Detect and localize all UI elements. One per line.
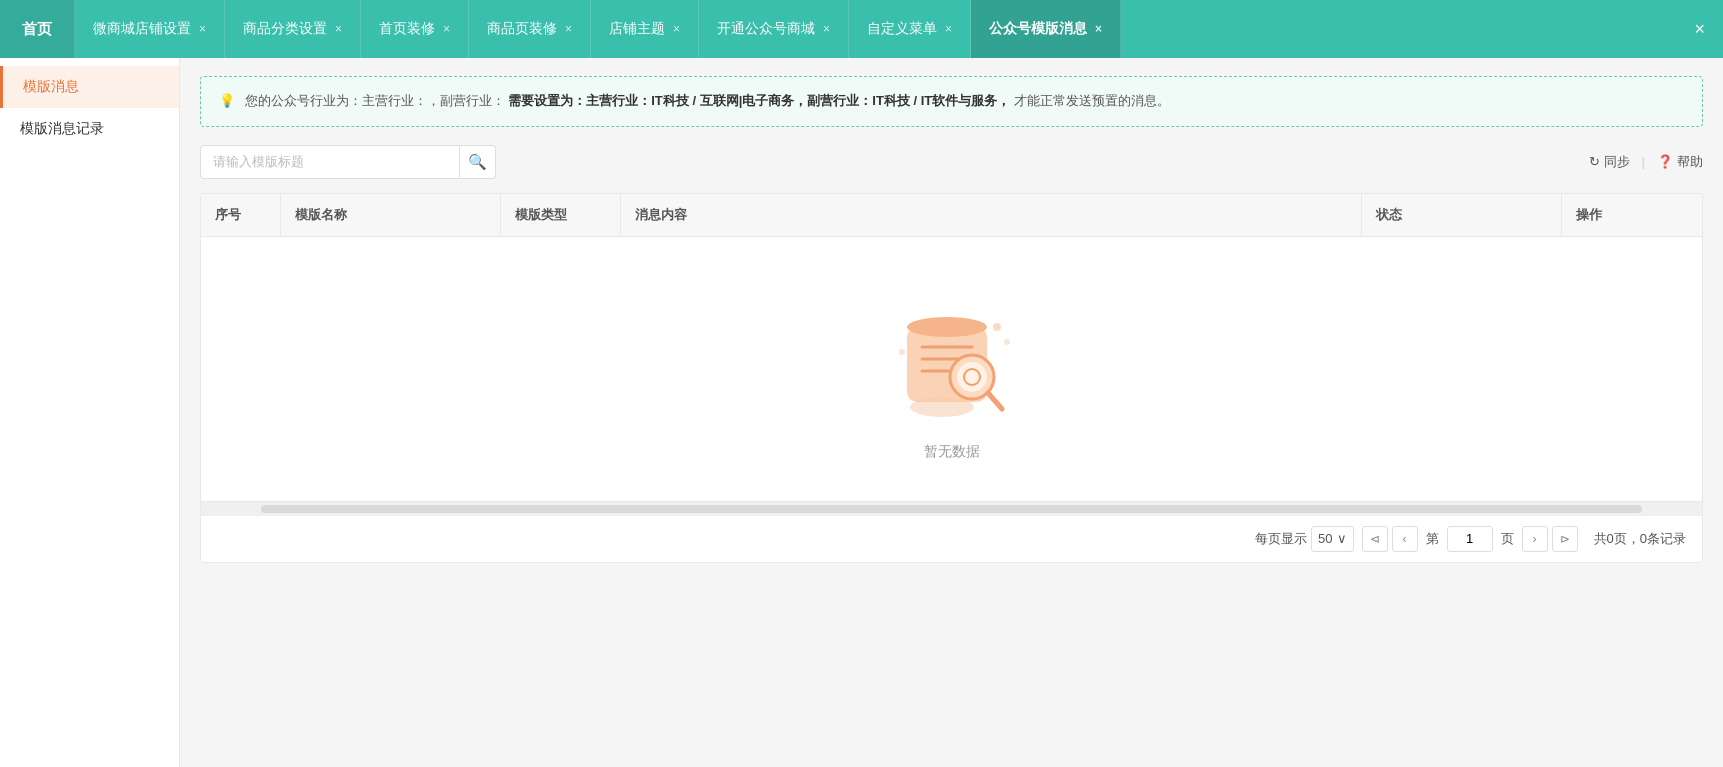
page-nav: ⊲ ‹ 第 页 › ⊳: [1362, 526, 1578, 552]
home-tab-label: 首页: [22, 20, 52, 39]
content-area: 💡 您的公众号行业为：主营行业：，副营行业： 需要设置为：主营行业：IT科技 /…: [180, 58, 1723, 767]
nav-tab-home[interactable]: 首页: [0, 0, 75, 58]
tab-label: 开通公众号商城: [717, 20, 815, 38]
page-size-label: 每页显示: [1255, 530, 1307, 548]
next-page-button[interactable]: ›: [1522, 526, 1548, 552]
notice-box: 💡 您的公众号行业为：主营行业：，副营行业： 需要设置为：主营行业：IT科技 /…: [200, 76, 1703, 127]
nav-tab-product-page[interactable]: 商品页装修 ×: [469, 0, 591, 58]
help-label: 帮助: [1677, 153, 1703, 171]
page-size-dropdown[interactable]: 50 ∨: [1311, 526, 1353, 552]
th-content: 消息内容: [621, 194, 1362, 236]
notice-highlight: 需要设置为：主营行业：IT科技 / 互联网|电子商务，副营行业：IT科技 / I…: [508, 93, 1010, 108]
tab-label: 微商城店铺设置: [93, 20, 191, 38]
bulb-icon: 💡: [219, 93, 235, 108]
col-label: 操作: [1576, 207, 1602, 222]
col-label: 模版类型: [515, 207, 567, 222]
close-icon[interactable]: ×: [199, 22, 206, 36]
divider: |: [1642, 154, 1645, 169]
table-header: 序号 模版名称 模版类型 消息内容 状态 操作: [201, 194, 1702, 237]
close-icon[interactable]: ×: [565, 22, 572, 36]
page-unit: 页: [1501, 530, 1514, 548]
nav-tab-theme[interactable]: 店铺主题 ×: [591, 0, 699, 58]
close-all-button[interactable]: ×: [1676, 0, 1723, 58]
close-icon[interactable]: ×: [945, 22, 952, 36]
svg-point-7: [957, 362, 987, 392]
search-bar: 🔍 ↻ 同步 | ❓ 帮助: [200, 145, 1703, 179]
col-label: 状态: [1376, 207, 1402, 222]
page-number-input[interactable]: [1447, 526, 1493, 552]
nav-tab-category[interactable]: 商品分类设置 ×: [225, 0, 361, 58]
page-size-select: 每页显示 50 ∨: [1255, 526, 1353, 552]
search-input[interactable]: [200, 145, 460, 179]
close-icon[interactable]: ×: [673, 22, 680, 36]
col-label: 消息内容: [635, 207, 687, 222]
help-icon: ❓: [1657, 154, 1673, 169]
th-name: 模版名称: [281, 194, 501, 236]
notice-suffix: 才能正常发送预置的消息。: [1014, 93, 1170, 108]
sync-label: 同步: [1604, 153, 1630, 171]
chevron-down-icon: ∨: [1337, 531, 1347, 546]
nav-tab-custom-menu[interactable]: 自定义菜单 ×: [849, 0, 971, 58]
page-size-value: 50: [1318, 531, 1332, 546]
sidebar-item-template-record[interactable]: 模版消息记录: [0, 108, 179, 150]
nav-tab-store-settings[interactable]: 微商城店铺设置 ×: [75, 0, 225, 58]
scrollbar-track[interactable]: [261, 505, 1642, 513]
search-icon: 🔍: [468, 153, 487, 171]
page-total: 共0页，0条记录: [1594, 530, 1686, 548]
th-type: 模版类型: [501, 194, 621, 236]
svg-point-2: [907, 317, 987, 337]
first-page-button[interactable]: ⊲: [1362, 526, 1388, 552]
col-label: 模版名称: [295, 207, 347, 222]
tab-label: 公众号模版消息: [989, 20, 1087, 38]
nav-tab-homepage[interactable]: 首页装修 ×: [361, 0, 469, 58]
svg-point-10: [993, 323, 1001, 331]
svg-point-11: [1004, 339, 1010, 345]
pagination: 每页显示 50 ∨ ⊲ ‹ 第 页 › ⊳ 共0页，0条记录: [201, 515, 1702, 562]
empty-text: 暂无数据: [924, 443, 980, 461]
close-icon[interactable]: ×: [1095, 22, 1102, 36]
sidebar-item-template-msg[interactable]: 模版消息: [0, 66, 179, 108]
close-icon[interactable]: ×: [443, 22, 450, 36]
tab-label: 商品分类设置: [243, 20, 327, 38]
page-label: 第: [1426, 530, 1439, 548]
tab-label: 自定义菜单: [867, 20, 937, 38]
help-button[interactable]: ❓ 帮助: [1657, 153, 1703, 171]
th-action: 操作: [1562, 194, 1702, 236]
tab-label: 首页装修: [379, 20, 435, 38]
empty-state: 暂无数据: [201, 237, 1702, 501]
prev-page-button[interactable]: ‹: [1392, 526, 1418, 552]
top-nav: 首页 微商城店铺设置 × 商品分类设置 × 首页装修 × 商品页装修 × 店铺主…: [0, 0, 1723, 58]
last-page-button[interactable]: ⊳: [1552, 526, 1578, 552]
table-wrapper: 序号 模版名称 模版类型 消息内容 状态 操作: [200, 193, 1703, 563]
tab-label: 店铺主题: [609, 20, 665, 38]
scrollbar-area[interactable]: [201, 501, 1702, 515]
nav-tab-template-msg[interactable]: 公众号模版消息 ×: [971, 0, 1121, 58]
tab-label: 商品页装修: [487, 20, 557, 38]
nav-tab-open-mall[interactable]: 开通公众号商城 ×: [699, 0, 849, 58]
search-button[interactable]: 🔍: [460, 145, 496, 179]
th-status: 状态: [1362, 194, 1562, 236]
empty-illustration: [887, 297, 1017, 427]
close-icon[interactable]: ×: [823, 22, 830, 36]
th-seq: 序号: [201, 194, 281, 236]
svg-point-12: [899, 349, 905, 355]
close-icon[interactable]: ×: [335, 22, 342, 36]
search-actions: ↻ 同步 | ❓ 帮助: [1589, 153, 1703, 171]
notice-prefix: 您的公众号行业为：主营行业：，副营行业：: [245, 93, 505, 108]
sidebar-item-label: 模版消息记录: [20, 120, 104, 136]
col-label: 序号: [215, 207, 241, 222]
svg-line-8: [988, 393, 1002, 409]
sync-icon: ↻: [1589, 154, 1600, 169]
sidebar-item-label: 模版消息: [23, 78, 79, 94]
sidebar: 模版消息 模版消息记录: [0, 58, 180, 767]
sync-button[interactable]: ↻ 同步: [1589, 153, 1630, 171]
main-layout: 模版消息 模版消息记录 💡 您的公众号行业为：主营行业：，副营行业： 需要设置为…: [0, 58, 1723, 767]
